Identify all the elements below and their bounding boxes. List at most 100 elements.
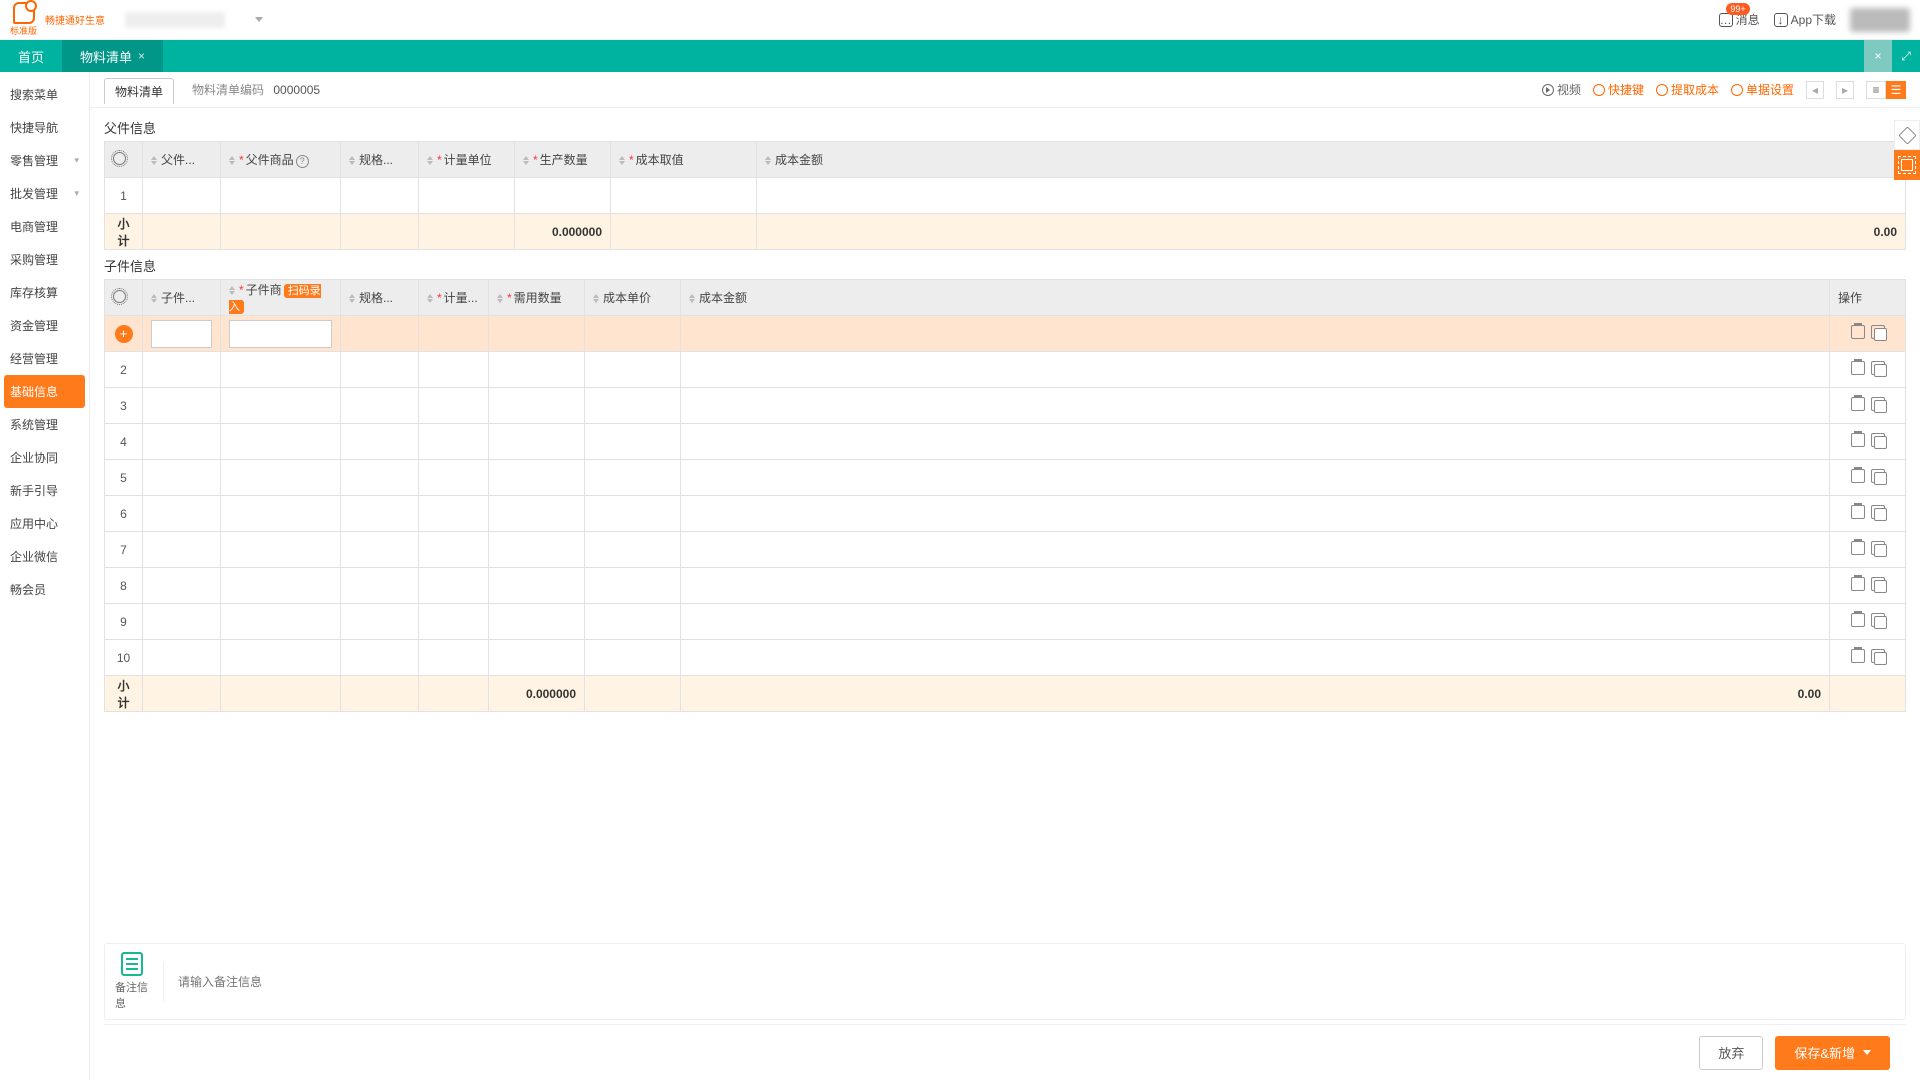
col-parent-unit[interactable]: *计量单位 — [419, 142, 515, 178]
col-child-price-label: 成本单价 — [603, 291, 651, 305]
tabstrip-close-button[interactable]: × — [1864, 40, 1892, 72]
save-and-new-button[interactable]: 保存&新增 — [1775, 1036, 1890, 1070]
child-row[interactable]: 4 — [105, 424, 1906, 460]
tab-bom[interactable]: 物料清单 × — [62, 40, 163, 72]
delete-row-button[interactable] — [1851, 541, 1865, 555]
extract-label: 提取成本 — [1671, 81, 1719, 98]
col-child-code[interactable]: 子件... — [143, 280, 221, 316]
sidebar-item-15[interactable]: 畅会员 — [0, 573, 89, 606]
child-row[interactable]: 2 — [105, 352, 1906, 388]
tabstrip-expand-button[interactable]: ⤢ — [1892, 40, 1920, 72]
extract-cost-link[interactable]: 提取成本 — [1656, 81, 1719, 98]
child-section-title: 子件信息 — [104, 256, 1906, 275]
col-child-unit[interactable]: *计量... — [419, 280, 489, 316]
messages-button[interactable]: … 消息 99+ — [1719, 11, 1760, 28]
remark-input[interactable] — [178, 975, 1895, 989]
topbar: 标准版 畅捷通好生意 … 消息 99+ ↓ App下载 — [0, 0, 1920, 40]
copy-row-button[interactable] — [1871, 361, 1885, 375]
ring-icon — [1656, 84, 1668, 96]
col-parent-value[interactable]: *成本取值 — [611, 142, 757, 178]
child-row[interactable]: 8 — [105, 568, 1906, 604]
delete-row-button[interactable] — [1851, 649, 1865, 663]
col-child-price[interactable]: 成本单价 — [585, 280, 681, 316]
copy-row-button[interactable] — [1871, 397, 1885, 411]
copy-row-button[interactable] — [1871, 649, 1885, 663]
parent-row[interactable]: 1 — [105, 178, 1906, 214]
col-parent-spec[interactable]: 规格... — [341, 142, 419, 178]
sidebar-item-2[interactable]: 零售管理▾ — [0, 144, 89, 177]
sidebar-item-12[interactable]: 新手引导 — [0, 474, 89, 507]
child-code-input[interactable] — [151, 320, 212, 348]
col-parent-amount[interactable]: 成本金额 — [757, 142, 1906, 178]
copy-row-button[interactable] — [1871, 505, 1885, 519]
sidebar-item-7[interactable]: 资金管理 — [0, 309, 89, 342]
col-child-spec[interactable]: 规格... — [341, 280, 419, 316]
sidebar-item-5[interactable]: 采购管理 — [0, 243, 89, 276]
sidebar-item-4[interactable]: 电商管理 — [0, 210, 89, 243]
delete-row-button[interactable] — [1851, 505, 1865, 519]
next-button[interactable]: ▸ — [1836, 81, 1854, 99]
delete-row-button[interactable] — [1851, 433, 1865, 447]
help-icon[interactable]: ? — [296, 155, 309, 168]
child-row[interactable]: 3 — [105, 388, 1906, 424]
copy-row-button[interactable] — [1871, 613, 1885, 627]
col-parent-qty[interactable]: *生产数量 — [515, 142, 611, 178]
close-icon[interactable]: × — [138, 49, 145, 63]
rail-expand-button[interactable] — [1894, 150, 1920, 180]
child-row[interactable]: 10 — [105, 640, 1906, 676]
delete-row-button[interactable] — [1851, 361, 1865, 375]
col-child-qty[interactable]: *需用数量 — [489, 280, 585, 316]
add-row-button[interactable]: + — [115, 325, 133, 343]
sidebar-item-6[interactable]: 库存核算 — [0, 276, 89, 309]
child-row[interactable]: 9 — [105, 604, 1906, 640]
view-form-button[interactable]: ☰ — [1886, 81, 1906, 99]
child-product-input[interactable] — [229, 320, 332, 348]
sidebar-item-0[interactable]: 搜索菜单 — [0, 78, 89, 111]
view-list-button[interactable]: ≡ — [1866, 81, 1886, 99]
video-link[interactable]: 视频 — [1542, 81, 1581, 98]
delete-row-button[interactable] — [1851, 397, 1865, 411]
child-row[interactable]: + — [105, 316, 1906, 352]
video-label: 视频 — [1557, 81, 1581, 98]
bom-code-label: 物料清单编码 — [192, 83, 264, 97]
copy-row-button[interactable] — [1871, 577, 1885, 591]
org-selector[interactable] — [125, 12, 263, 28]
subtab-bom[interactable]: 物料清单 — [104, 78, 174, 104]
child-row[interactable]: 6 — [105, 496, 1906, 532]
copy-row-button[interactable] — [1871, 541, 1885, 555]
delete-row-button[interactable] — [1851, 577, 1865, 591]
tab-home[interactable]: 首页 — [0, 40, 62, 72]
sidebar-item-8[interactable]: 经营管理 — [0, 342, 89, 375]
copy-row-button[interactable] — [1871, 433, 1885, 447]
col-parent-product[interactable]: *父件商品? — [221, 142, 341, 178]
sidebar-item-11[interactable]: 企业协同 — [0, 441, 89, 474]
divider — [163, 962, 164, 1002]
sidebar-item-9[interactable]: 基础信息 — [4, 375, 85, 408]
col-parent-code[interactable]: 父件... — [143, 142, 221, 178]
app-download-button[interactable]: ↓ App下载 — [1774, 11, 1836, 28]
child-row[interactable]: 5 — [105, 460, 1906, 496]
copy-row-button[interactable] — [1871, 325, 1885, 339]
delete-row-button[interactable] — [1851, 469, 1865, 483]
avatar[interactable] — [1850, 8, 1910, 32]
rail-edit-button[interactable] — [1894, 120, 1920, 150]
child-row[interactable]: 7 — [105, 532, 1906, 568]
delete-row-button[interactable] — [1851, 613, 1865, 627]
sidebar-item-10[interactable]: 系统管理 — [0, 408, 89, 441]
copy-row-button[interactable] — [1871, 469, 1885, 483]
save-label: 保存&新增 — [1794, 1043, 1855, 1062]
sidebar-item-14[interactable]: 企业微信 — [0, 540, 89, 573]
logo-sub: 标准版 — [10, 24, 37, 37]
prev-button[interactable]: ◂ — [1806, 81, 1824, 99]
shortcut-link[interactable]: 快捷键 — [1593, 81, 1644, 98]
parent-gear-header[interactable] — [105, 142, 143, 178]
sidebar-item-3[interactable]: 批发管理▾ — [0, 177, 89, 210]
child-gear-header[interactable] — [105, 280, 143, 316]
delete-row-button[interactable] — [1851, 325, 1865, 339]
col-child-amount[interactable]: 成本金额 — [681, 280, 1830, 316]
col-child-product[interactable]: *子件商扫码录入 — [221, 280, 341, 316]
sidebar-item-13[interactable]: 应用中心 — [0, 507, 89, 540]
discard-button[interactable]: 放弃 — [1699, 1036, 1763, 1070]
sidebar-item-1[interactable]: 快捷导航 — [0, 111, 89, 144]
doc-setting-link[interactable]: 单据设置 — [1731, 81, 1794, 98]
